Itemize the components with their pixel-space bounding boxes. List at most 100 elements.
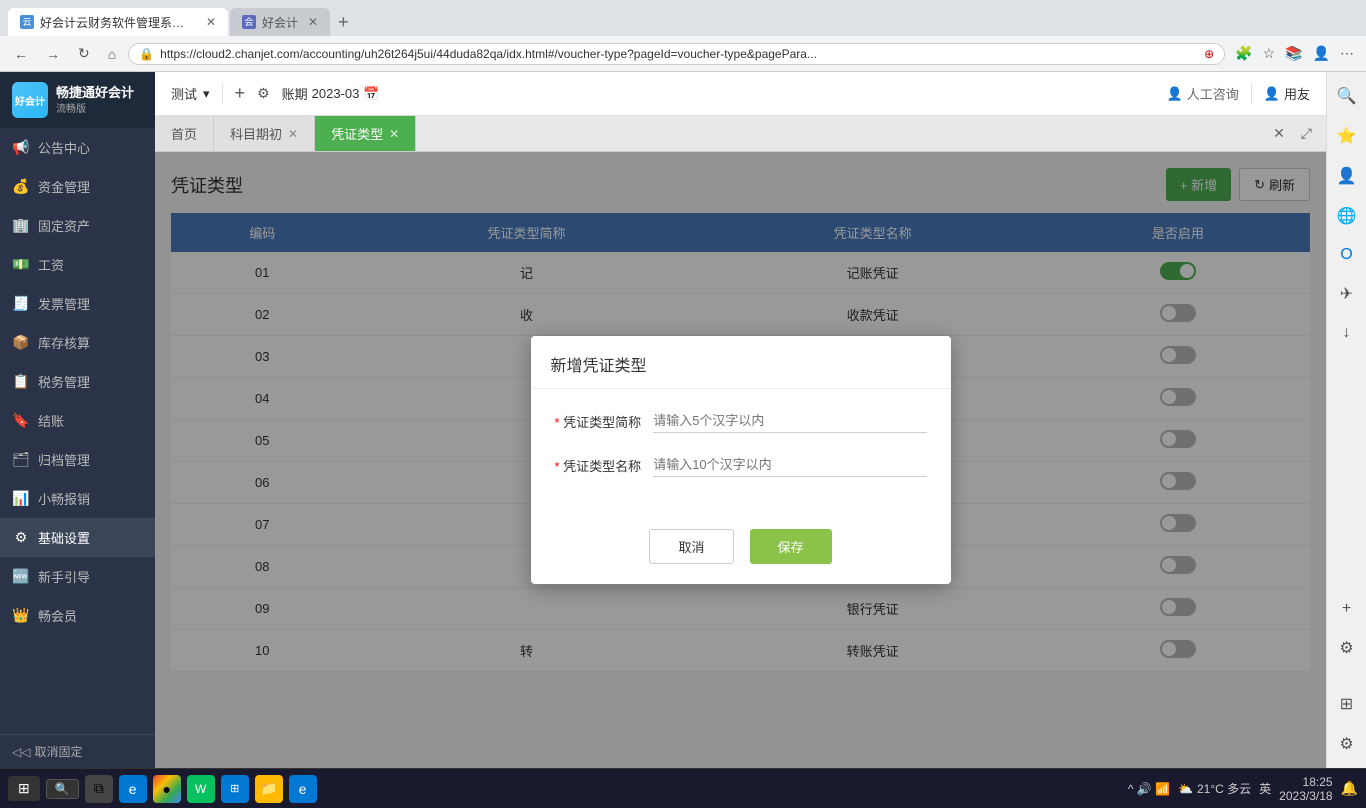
- taskbar-edge-icon[interactable]: e: [119, 775, 147, 803]
- taskbar-date: 2023/3/18: [1279, 789, 1332, 803]
- sidebar-item-payroll-label: 工资: [38, 255, 64, 274]
- tab-home[interactable]: 首页: [155, 116, 214, 151]
- short-input[interactable]: [653, 409, 926, 433]
- member-icon: 👑: [12, 607, 30, 624]
- right-settings2-button[interactable]: ⚙: [1333, 728, 1359, 760]
- taskbar-store-icon[interactable]: ⊞: [221, 775, 249, 803]
- tab-subjects-close[interactable]: ✕: [288, 127, 298, 141]
- taskbar-edge2-icon[interactable]: e: [289, 775, 317, 803]
- sidebar-item-tax[interactable]: 📋 税务管理: [0, 362, 155, 401]
- sidebar-item-guide[interactable]: 🆕 新手引导: [0, 557, 155, 596]
- add-workspace-button[interactable]: +: [235, 83, 246, 104]
- sidebar-item-report[interactable]: 📊 小畅报销: [0, 479, 155, 518]
- collections-button[interactable]: 📚: [1281, 41, 1306, 66]
- home-button[interactable]: ⌂: [102, 42, 122, 66]
- address-bar[interactable]: 🔒 https://cloud2.chanjet.com/accounting/…: [128, 43, 1225, 65]
- reload-button[interactable]: ↻: [72, 41, 96, 66]
- logo-icon: 好会计: [12, 82, 48, 118]
- modal-dialog: 新增凭证类型 凭证类型简称 凭证类型名称 取消: [531, 336, 951, 584]
- sidebar-item-assets[interactable]: 🏢 固定资产: [0, 206, 155, 245]
- header-divider-1: [222, 84, 223, 104]
- sidebar-item-payroll[interactable]: 💵 工资: [0, 245, 155, 284]
- right-outlook-button[interactable]: O: [1334, 240, 1358, 270]
- notification-button[interactable]: 🔔: [1341, 780, 1358, 797]
- more-button[interactable]: ⋯: [1336, 41, 1358, 66]
- favorites-button[interactable]: ☆: [1259, 41, 1280, 66]
- sidebar-item-archive-label: 归档管理: [38, 450, 90, 469]
- taskbar-right: ^ 🔊 📶 ⛅ 21°C 多云 英 18:25 2023/3/18 🔔: [1128, 775, 1358, 803]
- profile-button[interactable]: 👤: [1309, 41, 1334, 66]
- right-arrow-button[interactable]: ✈: [1334, 278, 1359, 310]
- sidebar-nav: 📢 公告中心 💰 资金管理 🏢 固定资产 💵 工资 🧾 发票管理 📦 库: [0, 128, 155, 734]
- modal-body: 凭证类型简称 凭证类型名称: [531, 389, 951, 517]
- sidebar-item-fund[interactable]: 💰 资金管理: [0, 167, 155, 206]
- taskbar-folder-icon[interactable]: 📁: [255, 775, 283, 803]
- weather-icon: ⛅: [1178, 782, 1193, 796]
- right-grid-button[interactable]: ⊞: [1334, 688, 1359, 720]
- cancel-pin-button[interactable]: ◁◁ 取消固定: [12, 743, 143, 760]
- consult-button[interactable]: 👤 人工咨询: [1167, 84, 1239, 103]
- sidebar-item-settings[interactable]: ⚙ 基础设置: [0, 518, 155, 557]
- tab-maximize-button[interactable]: ⤢: [1295, 123, 1318, 144]
- extensions-button[interactable]: 🧩: [1231, 41, 1256, 66]
- sidebar-item-announcement-label: 公告中心: [38, 138, 90, 157]
- workspace-selector[interactable]: 测试 ▾: [171, 84, 210, 103]
- save-button[interactable]: 保存: [750, 529, 832, 564]
- back-button[interactable]: ←: [8, 42, 34, 66]
- new-tab-button[interactable]: +: [338, 12, 349, 33]
- sidebar: 好会计 畅捷通好会计 流畅版 📢 公告中心 💰 资金管理 🏢 固定资产 💵 工资: [0, 72, 155, 768]
- period-info: 账期 2023-03 📅: [282, 84, 380, 103]
- name-input[interactable]: [653, 453, 926, 477]
- calendar-icon: 📅: [363, 86, 379, 102]
- guide-icon: 🆕: [12, 568, 30, 585]
- sidebar-item-inventory[interactable]: 📦 库存核算: [0, 323, 155, 362]
- taskbar-view-button[interactable]: ⧉: [85, 775, 113, 803]
- sidebar-item-member[interactable]: 👑 畅会员: [0, 596, 155, 635]
- pin-icon: ◁◁: [12, 745, 30, 759]
- tab-subjects[interactable]: 科目期初 ✕: [214, 116, 315, 151]
- tab-home-label: 首页: [171, 124, 197, 143]
- right-star-button[interactable]: ⭐: [1331, 120, 1363, 152]
- right-search-button[interactable]: 🔍: [1331, 80, 1363, 112]
- tab2-close[interactable]: ✕: [308, 15, 318, 29]
- right-person-button[interactable]: 👤: [1331, 160, 1363, 192]
- sidebar-item-report-label: 小畅报销: [38, 489, 90, 508]
- right-globe-button[interactable]: 🌐: [1331, 200, 1363, 232]
- tab-voucher-type-close[interactable]: ✕: [389, 127, 399, 141]
- header-right: 👤 人工咨询 👤 用友: [1167, 84, 1310, 104]
- extension-icon: ⊕: [1204, 47, 1214, 61]
- inventory-icon: 📦: [12, 334, 30, 351]
- sidebar-item-announcement[interactable]: 📢 公告中心: [0, 128, 155, 167]
- sidebar-bottom: ◁◁ 取消固定: [0, 734, 155, 768]
- workspace-settings-button[interactable]: ⚙: [257, 85, 270, 102]
- start-button[interactable]: ⊞: [8, 776, 40, 801]
- tabs-bar: 首页 科目期初 ✕ 凭证类型 ✕ ✕ ⤢: [155, 116, 1326, 152]
- taskbar-chrome-icon[interactable]: ●: [153, 775, 181, 803]
- forward-button[interactable]: →: [40, 42, 66, 66]
- short-label: 凭证类型简称: [555, 412, 642, 431]
- sidebar-item-settle[interactable]: 🔖 结账: [0, 401, 155, 440]
- period-label: 账期: [282, 84, 308, 103]
- cancel-button[interactable]: 取消: [649, 529, 733, 564]
- toolbar-right: 🧩 ☆ 📚 👤 ⋯: [1231, 41, 1358, 66]
- user-info[interactable]: 👤 用友: [1264, 84, 1310, 103]
- sidebar-item-invoice[interactable]: 🧾 发票管理: [0, 284, 155, 323]
- right-download-button[interactable]: ↓: [1337, 318, 1357, 348]
- tab1-close[interactable]: ✕: [206, 15, 216, 29]
- taskbar-time-block[interactable]: 18:25 2023/3/18: [1279, 775, 1332, 803]
- browser-tab-1[interactable]: 云 好会计云财务软件管理系统_会计 ✕: [8, 8, 228, 36]
- taskbar-time: 18:25: [1279, 775, 1332, 789]
- browser-tab-2[interactable]: 会 好会计 ✕: [230, 8, 330, 36]
- header-divider-2: [1251, 84, 1252, 104]
- sidebar-item-archive[interactable]: 🗂 归档管理: [0, 440, 155, 479]
- user-avatar-icon: 👤: [1264, 86, 1280, 102]
- tab-close-window-button[interactable]: ✕: [1267, 123, 1291, 144]
- taskbar-wechat-icon[interactable]: W: [187, 775, 215, 803]
- tab-voucher-type[interactable]: 凭证类型 ✕: [315, 116, 416, 151]
- archive-icon: 🗂: [12, 451, 30, 468]
- invoice-icon: 🧾: [12, 295, 30, 312]
- right-add-button[interactable]: +: [1336, 594, 1357, 624]
- logo-sub: 流畅版: [56, 100, 134, 115]
- taskbar-search[interactable]: 🔍: [46, 779, 79, 799]
- right-settings-button[interactable]: ⚙: [1333, 632, 1359, 664]
